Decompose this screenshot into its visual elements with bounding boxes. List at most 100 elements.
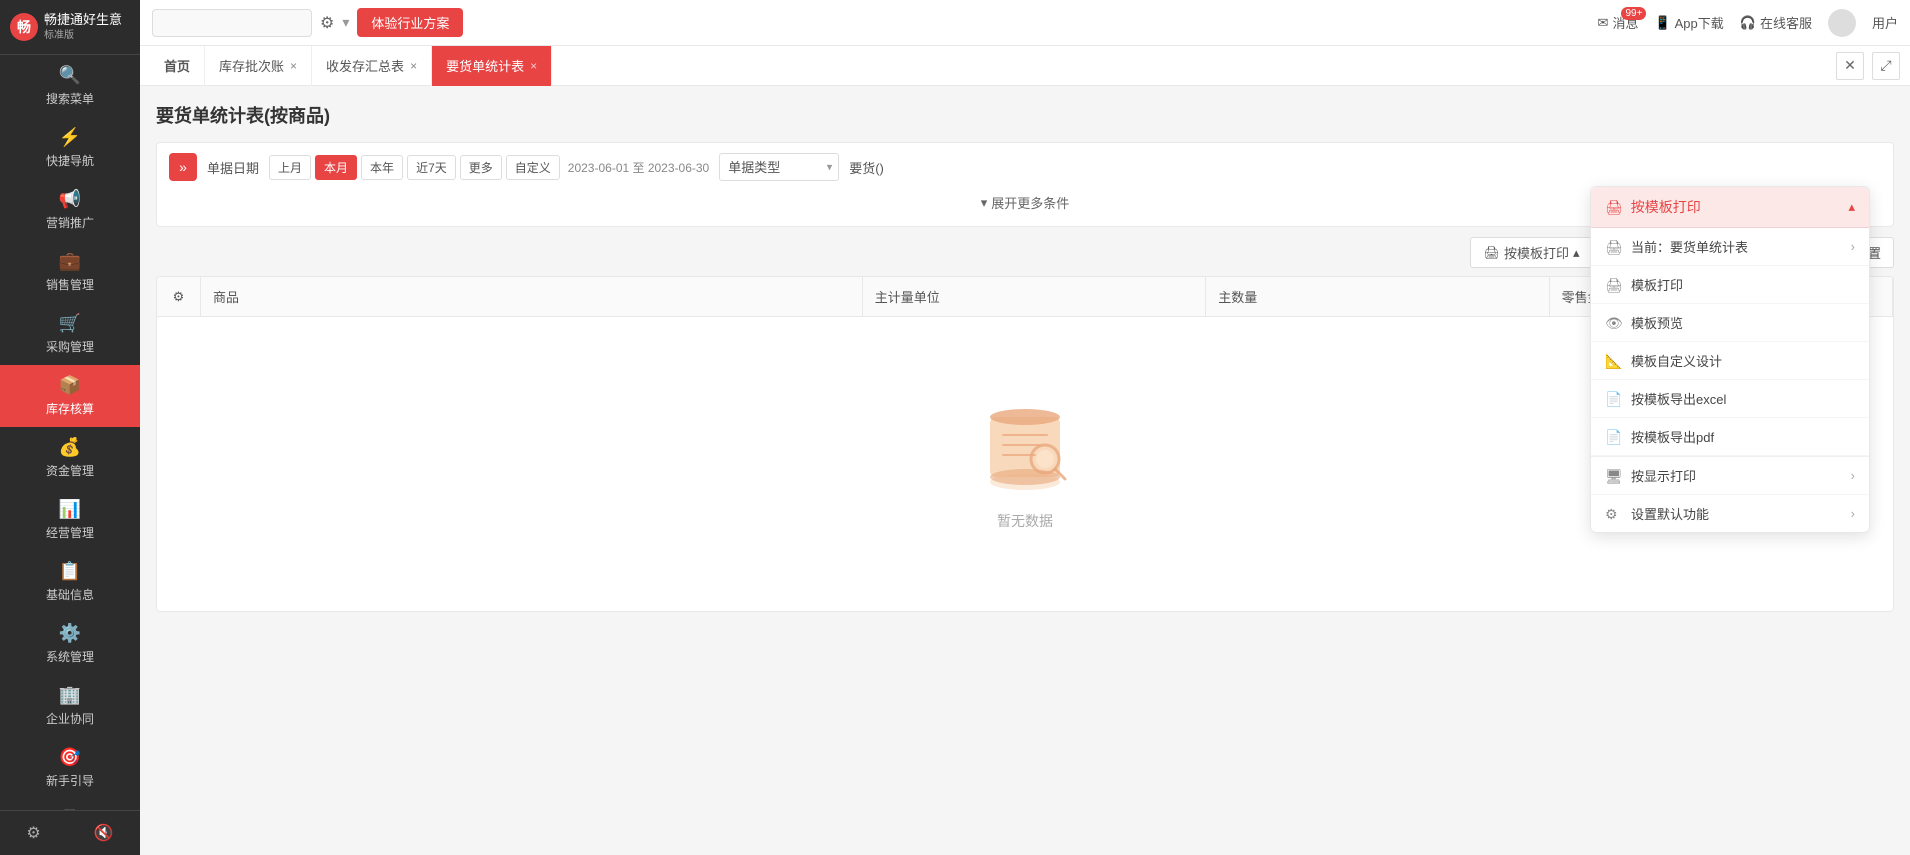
- th-unit: 主计量单位: [863, 277, 1206, 316]
- purchase-icon: 🛒: [59, 313, 81, 334]
- dropdown-item-excel-label: 按模板导出excel: [1631, 389, 1726, 408]
- tab-home[interactable]: 首页: [150, 46, 205, 86]
- design-icon: 📐: [1605, 353, 1621, 369]
- sidebar-item-system[interactable]: ⚙️ 系统管理: [0, 613, 140, 675]
- trial-button[interactable]: 体验行业方案: [357, 8, 463, 37]
- sidebar-item-label: 快捷导航: [46, 152, 94, 169]
- dropdown-item-template-print[interactable]: 🖨 模板打印: [1591, 266, 1869, 304]
- dropdown-item-template-preview[interactable]: 👁 模板预览: [1591, 304, 1869, 342]
- system-icon: ⚙️: [59, 623, 81, 644]
- sidebar-item-search[interactable]: 🔍 搜索菜单: [0, 55, 140, 117]
- tab-receipt-summary[interactable]: 收发存汇总表 ×: [312, 46, 432, 86]
- chevron-right-icon: ›: [1851, 239, 1855, 254]
- dropdown-item-set-default[interactable]: ⚙ 设置默认功能 ›: [1591, 495, 1869, 532]
- main-area: ⚙ ▾ 体验行业方案 ✉ 消息 99+ 📱 App下载 🎧 在线客服 用户 首: [140, 0, 1910, 855]
- dropdown-item-template-print-label: 模板打印: [1631, 275, 1683, 294]
- tab-order-stats[interactable]: 要货单统计表 ×: [432, 46, 552, 86]
- sidebar-nav: 🔍 搜索菜单 ⚡ 快捷导航 📢 营销推广 💼 销售管理 🛒 采购管理 📦 库存核…: [0, 55, 140, 810]
- app-download-btn[interactable]: 📱 App下载: [1654, 13, 1723, 32]
- chevron-up-header-icon[interactable]: ▴: [1848, 199, 1855, 215]
- filter-toggle-btn[interactable]: »: [169, 153, 197, 181]
- topbar-dropdown-icon[interactable]: ▾: [342, 14, 349, 31]
- inventory-icon: 📦: [59, 375, 81, 396]
- expand-more-btn[interactable]: ▾ 展开更多条件: [973, 189, 1078, 216]
- sidebar-item-label: 库存核算: [46, 400, 94, 417]
- dropdown-default-label: 设置默认功能: [1631, 504, 1709, 523]
- expand-tab-btn[interactable]: ⤢: [1872, 52, 1900, 80]
- date-btn-custom[interactable]: 自定义: [506, 155, 560, 180]
- chevron-right-default-icon: ›: [1851, 506, 1855, 521]
- dropdown-item-design-label: 模板自定义设计: [1631, 351, 1722, 370]
- online-service-btn[interactable]: 🎧 在线客服: [1740, 13, 1812, 32]
- order-type-select[interactable]: 单据类型: [719, 153, 839, 181]
- message-icon: ✉: [1598, 15, 1609, 31]
- dropdown-item-template-design[interactable]: 📐 模板自定义设计: [1591, 342, 1869, 380]
- date-btn-this-month[interactable]: 本月: [315, 155, 357, 180]
- order-type-wrapper: 单据类型: [719, 153, 839, 181]
- sidebar-item-app-center[interactable]: 📱 应用中心: [0, 799, 140, 810]
- dropdown-item-export-pdf[interactable]: 📄 按模板导出pdf: [1591, 418, 1869, 456]
- tab-close-receipt-summary[interactable]: ×: [410, 59, 417, 73]
- sidebar-item-enterprise[interactable]: 🏢 企业协同: [0, 675, 140, 737]
- printer-header-icon: 🖨: [1605, 199, 1623, 216]
- sidebar-item-label: 营销推广: [46, 214, 94, 231]
- sidebar-item-basic-info[interactable]: 📋 基础信息: [0, 551, 140, 613]
- excel-icon: 📄: [1605, 391, 1621, 407]
- sidebar-audio-btn[interactable]: 🔇: [86, 819, 122, 847]
- sidebar-item-label: 销售管理: [46, 276, 94, 293]
- message-btn[interactable]: ✉ 消息 99+: [1598, 13, 1639, 32]
- date-btn-last-month[interactable]: 上月: [269, 155, 311, 180]
- sidebar-settings-btn[interactable]: ⚙: [18, 819, 48, 847]
- sidebar-item-label: 搜索菜单: [46, 90, 94, 107]
- online-service-label: 在线客服: [1760, 13, 1812, 32]
- close-tab-btn[interactable]: ✕: [1836, 52, 1864, 80]
- date-filter-label: 单据日期: [207, 158, 259, 177]
- sidebar-bottom: ⚙ 🔇: [0, 810, 140, 855]
- dropdown-item-preview-label: 模板预览: [1631, 313, 1683, 332]
- tab-inventory-batch[interactable]: 库存批次账 ×: [205, 46, 312, 86]
- page-title: 要货单统计表(按商品): [156, 102, 1894, 128]
- sidebar-item-label: 系统管理: [46, 648, 94, 665]
- template-print-dropdown: 🖨 按模板打印 ▴ 🖨 当前：要货单统计表 › 🖨 模板打印: [1590, 186, 1870, 533]
- template-print-btn[interactable]: 🖨 按模板打印 ▴: [1470, 237, 1592, 268]
- sidebar-item-newbie[interactable]: 🎯 新手引导: [0, 737, 140, 799]
- sidebar-item-purchase[interactable]: 🛒 采购管理: [0, 303, 140, 365]
- sidebar-item-sales[interactable]: 💼 销售管理: [0, 241, 140, 303]
- dropdown-display-left: 🖥 按显示打印: [1605, 466, 1696, 485]
- message-badge: 99+: [1621, 7, 1646, 20]
- dropdown-item-display-print[interactable]: 🖥 按显示打印 ›: [1591, 457, 1869, 495]
- tab-close-order-stats[interactable]: ×: [530, 59, 537, 73]
- printer-item-icon: 🖨: [1605, 239, 1621, 255]
- topbar-gear-icon[interactable]: ⚙: [320, 13, 334, 33]
- sidebar-item-quick-nav[interactable]: ⚡ 快捷导航: [0, 117, 140, 179]
- dropdown-item-current[interactable]: 🖨 当前：要货单统计表 ›: [1591, 228, 1869, 266]
- date-btn-this-year[interactable]: 本年: [361, 155, 403, 180]
- headset-icon: 🎧: [1740, 15, 1756, 31]
- order-extra-label: 要货(): [849, 158, 884, 177]
- dropdown-item-export-excel[interactable]: 📄 按模板导出excel: [1591, 380, 1869, 418]
- empty-illustration: [965, 397, 1085, 497]
- sidebar-item-label: 基础信息: [46, 586, 94, 603]
- empty-text: 暂无数据: [997, 511, 1053, 531]
- preview-icon: 👁: [1605, 315, 1621, 331]
- search-input[interactable]: [152, 9, 312, 37]
- date-btn-more[interactable]: 更多: [460, 155, 502, 180]
- sidebar-item-label: 采购管理: [46, 338, 94, 355]
- sidebar-item-label: 企业协同: [46, 710, 94, 727]
- sidebar-item-inventory[interactable]: 📦 库存核算: [0, 365, 140, 427]
- logo-text: 畅捷通好生意 标准版: [44, 12, 122, 42]
- th-settings[interactable]: ⚙: [157, 277, 201, 316]
- user-avatar[interactable]: [1828, 9, 1856, 37]
- printer-icon: 🖨: [1483, 245, 1500, 261]
- sidebar-item-finance[interactable]: 💰 资金管理: [0, 427, 140, 489]
- sidebar-item-operations[interactable]: 📊 经营管理: [0, 489, 140, 551]
- tab-close-inventory-batch[interactable]: ×: [290, 59, 297, 73]
- filter-row-1: » 单据日期 上月 本月 本年 近7天 更多 自定义 2023-06-01 至 …: [169, 153, 1881, 181]
- dropdown-header: 🖨 按模板打印 ▴: [1591, 187, 1869, 228]
- sidebar-item-marketing[interactable]: 📢 营销推广: [0, 179, 140, 241]
- basic-info-icon: 📋: [59, 561, 81, 582]
- app-center-icon: 📱: [59, 809, 81, 810]
- th-product: 商品: [201, 277, 863, 316]
- logo-icon: 畅: [10, 13, 38, 41]
- date-btn-7days[interactable]: 近7天: [407, 155, 456, 180]
